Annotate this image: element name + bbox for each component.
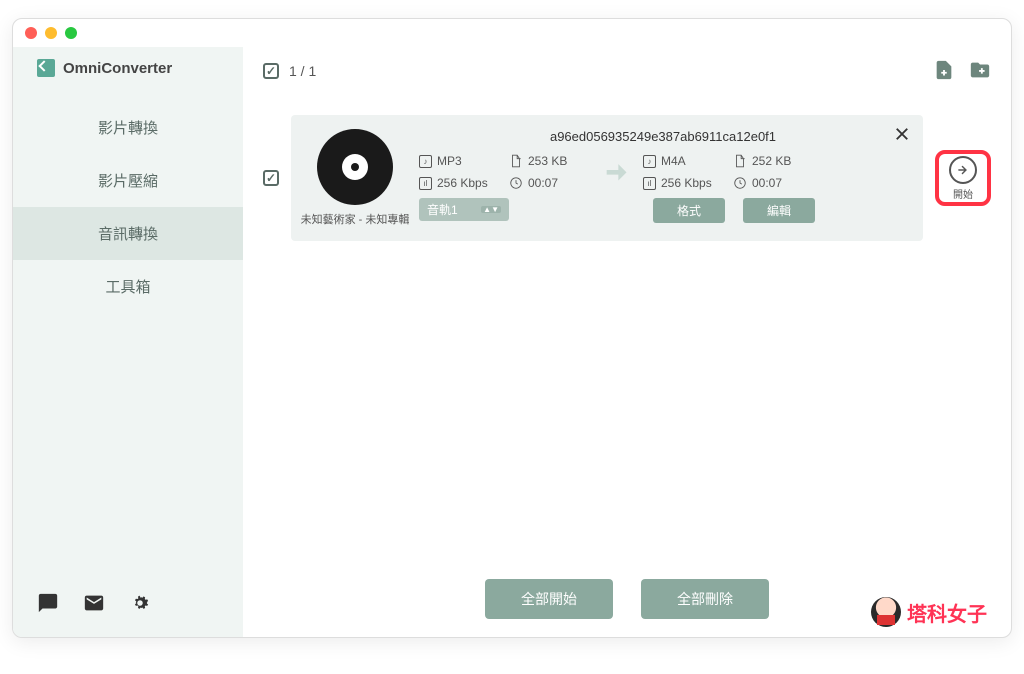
feedback-icon[interactable] bbox=[37, 592, 59, 619]
source-duration: 00:07 bbox=[509, 176, 589, 190]
target-duration: 00:07 bbox=[733, 176, 813, 190]
titlebar bbox=[13, 19, 1011, 47]
start-item-button[interactable]: 開始 bbox=[935, 150, 991, 206]
app-title: OmniConverter bbox=[63, 60, 172, 77]
item-checkbox[interactable] bbox=[263, 170, 279, 186]
close-window-button[interactable] bbox=[25, 27, 37, 39]
add-file-icon[interactable] bbox=[933, 59, 955, 84]
nav: 影片轉換 影片壓縮 音訊轉換 工具箱 bbox=[13, 101, 243, 313]
footer: 全部開始 全部刪除 塔科女子 bbox=[263, 563, 991, 637]
target-size: 252 KB bbox=[733, 154, 813, 168]
settings-icon[interactable] bbox=[129, 592, 151, 619]
item-card: 未知藝術家 - 未知專輯 a96ed056935249e387ab6911ca1… bbox=[291, 115, 923, 241]
watermark-avatar-icon bbox=[871, 597, 901, 627]
minimize-window-button[interactable] bbox=[45, 27, 57, 39]
selection-count: 1 / 1 bbox=[289, 63, 316, 79]
track-select[interactable]: 音軌1▲▼ bbox=[419, 198, 509, 221]
watermark-text: 塔科女子 bbox=[907, 598, 987, 627]
target-bitrate: ıl256 Kbps bbox=[643, 176, 723, 190]
app-logo-icon bbox=[37, 59, 55, 77]
start-arrow-icon bbox=[949, 156, 977, 184]
source-bitrate: ıl256 Kbps bbox=[419, 176, 499, 190]
format-button[interactable]: 格式 bbox=[653, 198, 725, 223]
nav-video-convert[interactable]: 影片轉換 bbox=[13, 101, 243, 154]
arrow-icon bbox=[599, 156, 633, 189]
start-label: 開始 bbox=[953, 186, 973, 201]
source-size: 253 KB bbox=[509, 154, 589, 168]
item-artist-album: 未知藝術家 - 未知專輯 bbox=[301, 211, 410, 227]
item-details: a96ed056935249e387ab6911ca12e0f1 ♪MP3 ıl… bbox=[419, 129, 907, 227]
maximize-window-button[interactable] bbox=[65, 27, 77, 39]
add-folder-icon[interactable] bbox=[969, 59, 991, 84]
nav-toolbox[interactable]: 工具箱 bbox=[13, 260, 243, 313]
nav-video-compress[interactable]: 影片壓縮 bbox=[13, 154, 243, 207]
topbar: 1 / 1 bbox=[263, 47, 991, 95]
disc-icon bbox=[317, 129, 393, 205]
mail-icon[interactable] bbox=[83, 592, 105, 619]
start-all-button[interactable]: 全部開始 bbox=[485, 579, 613, 619]
app-window: OmniConverter 影片轉換 影片壓縮 音訊轉換 工具箱 1 / 1 bbox=[12, 18, 1012, 638]
target-format: ♪M4A bbox=[643, 154, 723, 168]
conversion-item: 未知藝術家 - 未知專輯 a96ed056935249e387ab6911ca1… bbox=[263, 115, 991, 241]
item-filename: a96ed056935249e387ab6911ca12e0f1 bbox=[419, 129, 907, 144]
remove-item-button[interactable] bbox=[893, 125, 911, 148]
item-thumbnail: 未知藝術家 - 未知專輯 bbox=[307, 129, 403, 227]
sidebar-footer bbox=[13, 574, 243, 637]
source-format: ♪MP3 bbox=[419, 154, 499, 168]
main-panel: 1 / 1 未知藝術家 - 未知專輯 a96ed056935249e387ab6… bbox=[243, 47, 1011, 637]
sidebar: OmniConverter 影片轉換 影片壓縮 音訊轉換 工具箱 bbox=[13, 47, 243, 637]
edit-button[interactable]: 編輯 bbox=[743, 198, 815, 223]
delete-all-button[interactable]: 全部刪除 bbox=[641, 579, 769, 619]
app-brand: OmniConverter bbox=[13, 47, 243, 93]
nav-audio-convert[interactable]: 音訊轉換 bbox=[13, 207, 243, 260]
select-all-checkbox[interactable] bbox=[263, 63, 279, 79]
watermark: 塔科女子 bbox=[871, 597, 987, 627]
